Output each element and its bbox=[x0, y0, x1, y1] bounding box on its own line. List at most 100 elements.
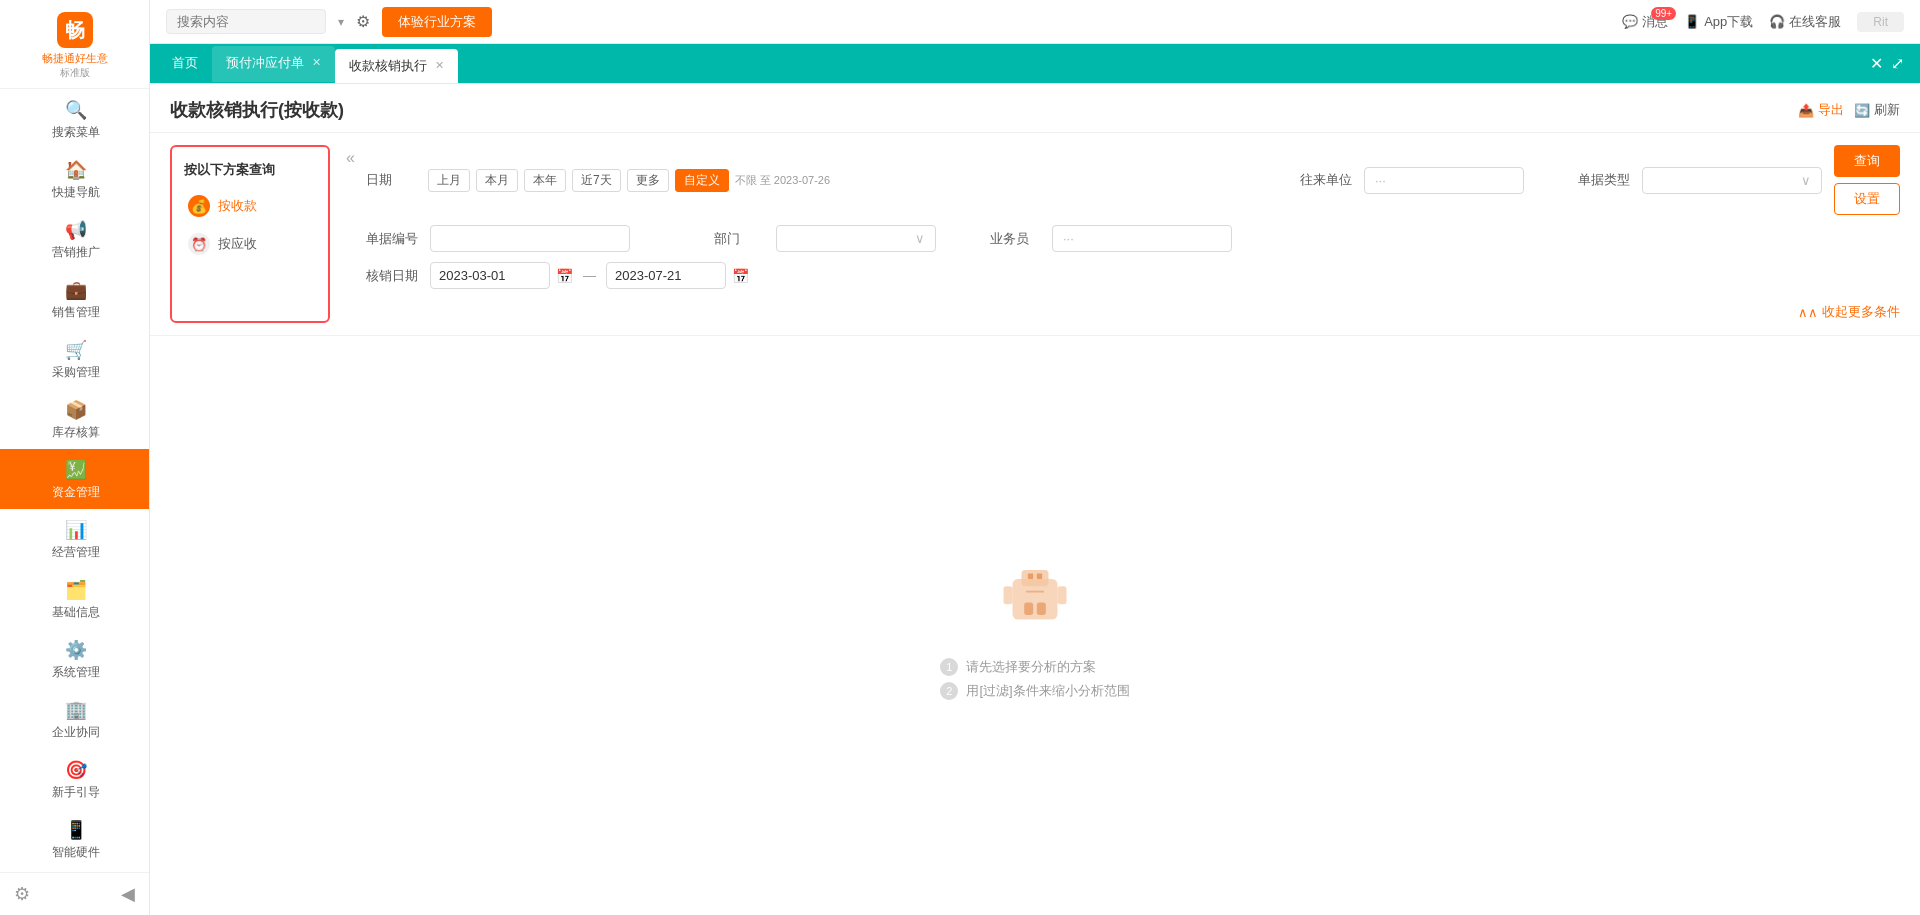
date-btn-last-month[interactable]: 上月 bbox=[428, 169, 470, 192]
writeoff-end-calendar-icon[interactable]: 📅 bbox=[732, 268, 749, 284]
solution-button[interactable]: 体验行业方案 bbox=[382, 7, 492, 37]
settings-button[interactable]: 设置 bbox=[1834, 183, 1900, 215]
refresh-button[interactable]: 🔄 刷新 bbox=[1854, 101, 1900, 119]
date-btn-this-year[interactable]: 本年 bbox=[524, 169, 566, 192]
business-icon: 📊 bbox=[65, 519, 87, 541]
sidebar-item-label: 搜索菜单 bbox=[52, 124, 100, 141]
sidebar-item-inventory[interactable]: 📦 库存核算 bbox=[0, 389, 149, 449]
sidebar-item-finance[interactable]: 💹 资金管理 bbox=[0, 449, 149, 509]
tab-home[interactable]: 首页 bbox=[158, 46, 212, 82]
filter-area: 日期 上月 本月 本年 近7天 更多 自定义 不限 至 2023-07-26 往… bbox=[366, 145, 1900, 323]
user-avatar[interactable]: Rit bbox=[1857, 12, 1904, 32]
collapse-more-button[interactable]: ∧∧ 收起更多条件 bbox=[366, 299, 1900, 323]
date-quick-buttons: 上月 本月 本年 近7天 更多 自定义 不限 至 2023-07-26 bbox=[428, 169, 830, 192]
voucher-type-arrow: ∨ bbox=[1801, 173, 1811, 188]
newbie-icon: 🎯 bbox=[65, 759, 87, 781]
voucher-type-label: 单据类型 bbox=[1578, 171, 1630, 189]
svg-rect-7 bbox=[1058, 586, 1067, 604]
sidebar-item-hardware[interactable]: 📱 智能硬件 bbox=[0, 809, 149, 869]
tab-prepay[interactable]: 预付冲应付单 ✕ bbox=[212, 46, 335, 82]
tab-prepay-close[interactable]: ✕ bbox=[312, 56, 321, 69]
query-button[interactable]: 查询 bbox=[1834, 145, 1900, 177]
query-option-by-receivable[interactable]: ⏰ 按应收 bbox=[172, 225, 328, 263]
query-type-selector: 按以下方案查询 💰 按收款 ⏰ 按应收 bbox=[170, 145, 330, 323]
query-panel: 按以下方案查询 💰 按收款 ⏰ 按应收 « bbox=[150, 133, 1920, 336]
sidebar-item-newbie[interactable]: 🎯 新手引导 bbox=[0, 749, 149, 809]
tab-prepay-label: 预付冲应付单 bbox=[226, 54, 304, 72]
sidebar-item-purchase[interactable]: 🛒 采购管理 bbox=[0, 329, 149, 389]
brand-search-input[interactable] bbox=[166, 9, 326, 34]
sidebar-item-system[interactable]: ⚙️ 系统管理 bbox=[0, 629, 149, 689]
collab-icon: 🏢 bbox=[65, 699, 87, 721]
query-option-by-receipt[interactable]: 💰 按收款 bbox=[172, 187, 328, 225]
date-btn-this-month[interactable]: 本月 bbox=[476, 169, 518, 192]
svg-rect-4 bbox=[1024, 602, 1033, 615]
tip-text-2: 用[过滤]条件来缩小分析范围 bbox=[966, 682, 1129, 700]
page-content: 收款核销执行(按收款) 📤 导出 🔄 刷新 按以 bbox=[150, 84, 1920, 915]
sidebar-item-label: 采购管理 bbox=[52, 364, 100, 381]
online-service-button[interactable]: 🎧 在线客服 bbox=[1769, 13, 1841, 31]
writeoff-start-date[interactable] bbox=[430, 262, 550, 289]
sidebar-item-search[interactable]: 🔍 搜索菜单 bbox=[0, 89, 149, 149]
date-btn-more[interactable]: 更多 bbox=[627, 169, 669, 192]
collapse-sidebar-icon[interactable]: ◀ bbox=[121, 883, 135, 905]
svg-rect-2 bbox=[1028, 573, 1033, 578]
hardware-icon: 📱 bbox=[65, 819, 87, 841]
writeoff-end-date[interactable] bbox=[606, 262, 726, 289]
header-right-actions: 💬 消息 99+ 📱 App下载 🎧 在线客服 Rit bbox=[1622, 12, 1904, 32]
sidebar-item-label: 系统管理 bbox=[52, 664, 100, 681]
sidebar-item-shortcut[interactable]: 🏠 快捷导航 bbox=[0, 149, 149, 209]
settings-gear-icon[interactable]: ⚙ bbox=[356, 12, 370, 31]
refresh-icon: 🔄 bbox=[1854, 103, 1870, 118]
sidebar-item-business[interactable]: 📊 经营管理 bbox=[0, 509, 149, 569]
sidebar-item-label: 库存核算 bbox=[52, 424, 100, 441]
app-download-button[interactable]: 📱 App下载 bbox=[1684, 13, 1753, 31]
settings-footer-icon[interactable]: ⚙ bbox=[14, 883, 30, 905]
inventory-icon: 📦 bbox=[65, 399, 87, 421]
receivable-option-label: 按应收 bbox=[218, 235, 257, 253]
export-button[interactable]: 📤 导出 bbox=[1798, 101, 1844, 119]
tip-text-1: 请先选择要分析的方案 bbox=[966, 658, 1096, 676]
collapse-more-label: 收起更多条件 bbox=[1822, 303, 1900, 321]
sidebar-item-label: 经营管理 bbox=[52, 544, 100, 561]
search-nav-icon: 🔍 bbox=[65, 99, 87, 121]
export-label: 导出 bbox=[1818, 101, 1844, 119]
collapse-panel-button[interactable]: « bbox=[346, 145, 366, 323]
sidebar-item-label: 快捷导航 bbox=[52, 184, 100, 201]
dept-select[interactable]: ∨ bbox=[776, 225, 936, 252]
tab-receipt-label: 收款核销执行 bbox=[349, 57, 427, 75]
sidebar-item-label: 企业协同 bbox=[52, 724, 100, 741]
refresh-label: 刷新 bbox=[1874, 101, 1900, 119]
sidebar-item-marketing[interactable]: 📢 营销推广 bbox=[0, 209, 149, 269]
staff-select[interactable]: ··· bbox=[1052, 225, 1232, 252]
counterparty-dots: ··· bbox=[1375, 173, 1386, 188]
writeoff-date-label: 核销日期 bbox=[366, 267, 418, 285]
tab-close-all-icon[interactable]: ✕ bbox=[1870, 54, 1883, 73]
query-title-label: 按以下方案查询 bbox=[184, 161, 275, 179]
sales-icon: 💼 bbox=[65, 279, 87, 301]
svg-rect-3 bbox=[1037, 573, 1042, 578]
tab-home-label: 首页 bbox=[172, 54, 198, 72]
sidebar-item-collab[interactable]: 🏢 企业协同 bbox=[0, 689, 149, 749]
receipt-option-label: 按收款 bbox=[218, 197, 257, 215]
tab-receipt[interactable]: 收款核销执行 ✕ bbox=[335, 49, 458, 83]
voucher-no-input[interactable] bbox=[430, 225, 630, 252]
date-btn-7days[interactable]: 近7天 bbox=[572, 169, 621, 192]
dropdown-chevron-icon[interactable]: ▾ bbox=[338, 15, 344, 29]
message-button[interactable]: 💬 消息 99+ bbox=[1622, 13, 1668, 31]
tab-expand-icon[interactable]: ⤢ bbox=[1891, 54, 1904, 73]
sidebar-item-label: 资金管理 bbox=[52, 484, 100, 501]
sidebar-item-sales[interactable]: 💼 销售管理 bbox=[0, 269, 149, 329]
sidebar-item-basic[interactable]: 🗂️ 基础信息 bbox=[0, 569, 149, 629]
page-title: 收款核销执行(按收款) bbox=[170, 98, 344, 122]
voucher-type-select[interactable]: ∨ bbox=[1642, 167, 1822, 194]
app-label: App下载 bbox=[1704, 13, 1753, 31]
writeoff-start-calendar-icon[interactable]: 📅 bbox=[556, 268, 573, 284]
svg-rect-5 bbox=[1037, 602, 1046, 615]
app-icon: 📱 bbox=[1684, 14, 1700, 29]
tab-bar: 首页 预付冲应付单 ✕ 收款核销执行 ✕ ✕ ⤢ bbox=[150, 44, 1920, 84]
empty-tip-1: 1 请先选择要分析的方案 bbox=[940, 658, 1129, 676]
tab-receipt-close[interactable]: ✕ bbox=[435, 59, 444, 72]
date-btn-custom[interactable]: 自定义 bbox=[675, 169, 729, 192]
counterparty-select[interactable]: ··· bbox=[1364, 167, 1524, 194]
